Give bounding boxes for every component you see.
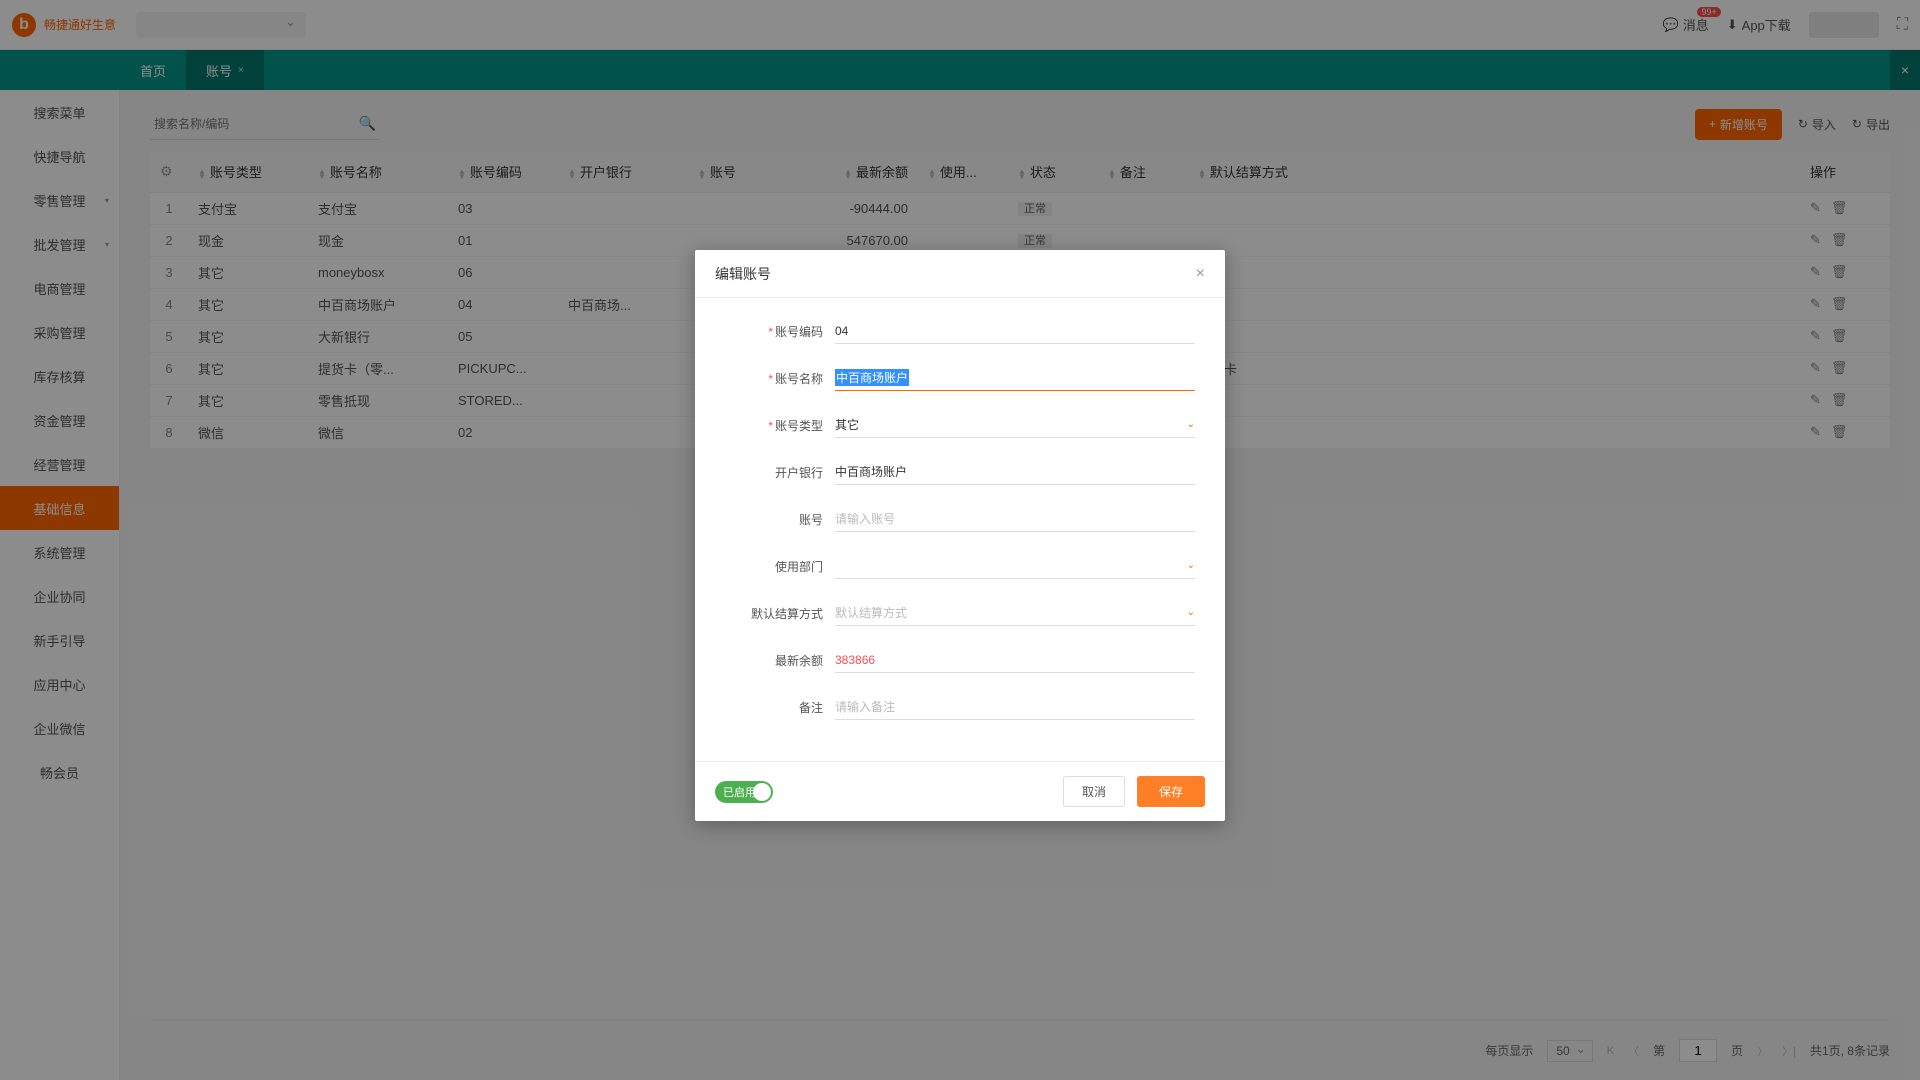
switch-label: 已启用 (723, 784, 756, 800)
acct-label: 账号 (799, 513, 823, 527)
modal-footer: 已启用 取消 保存 (695, 761, 1225, 821)
code-value: 04 (835, 324, 848, 338)
type-label: 账号类型 (775, 419, 823, 433)
type-value: 其它 (835, 416, 859, 433)
modal-close-icon[interactable]: × (1196, 265, 1205, 283)
bank-input[interactable]: 中百商场账户 (835, 459, 1195, 485)
balance-value: 383866 (835, 653, 875, 667)
save-button[interactable]: 保存 (1137, 776, 1205, 807)
modal-overlay: 编辑账号 × *账号编码 04 *账号名称 中百商场账户 *账号类型 其它⌄ 开… (0, 0, 1920, 1080)
chevron-down-icon: ⌄ (1187, 607, 1195, 618)
acct-placeholder: 请输入账号 (835, 510, 895, 527)
modal-body: *账号编码 04 *账号名称 中百商场账户 *账号类型 其它⌄ 开户银行 中百商… (695, 298, 1225, 761)
cancel-button[interactable]: 取消 (1063, 776, 1125, 807)
enabled-switch[interactable]: 已启用 (715, 781, 773, 803)
dept-select[interactable]: ⌄ (835, 553, 1195, 579)
modal-header: 编辑账号 × (695, 250, 1225, 298)
bank-value: 中百商场账户 (835, 463, 907, 480)
chevron-down-icon: ⌄ (1187, 419, 1195, 430)
name-label: 账号名称 (775, 372, 823, 386)
balance-label: 最新余额 (775, 654, 823, 668)
name-value: 中百商场账户 (835, 369, 909, 386)
note-placeholder: 请输入备注 (835, 698, 895, 715)
modal-title: 编辑账号 (715, 264, 771, 284)
settle-label: 默认结算方式 (751, 607, 823, 621)
code-label: 账号编码 (775, 325, 823, 339)
settle-placeholder: 默认结算方式 (835, 604, 907, 621)
dept-label: 使用部门 (775, 560, 823, 574)
note-input[interactable]: 请输入备注 (835, 694, 1195, 720)
chevron-down-icon: ⌄ (1187, 560, 1195, 571)
acct-input[interactable]: 请输入账号 (835, 506, 1195, 532)
bank-label: 开户银行 (775, 466, 823, 480)
type-select[interactable]: 其它 ⌄ (835, 412, 1195, 438)
name-input[interactable]: 中百商场账户 (835, 365, 1195, 391)
balance-input[interactable]: 383866 (835, 647, 1195, 673)
note-label: 备注 (799, 701, 823, 715)
settle-select[interactable]: 默认结算方式 ⌄ (835, 600, 1195, 626)
code-input[interactable]: 04 (835, 318, 1195, 344)
edit-account-modal: 编辑账号 × *账号编码 04 *账号名称 中百商场账户 *账号类型 其它⌄ 开… (695, 250, 1225, 821)
